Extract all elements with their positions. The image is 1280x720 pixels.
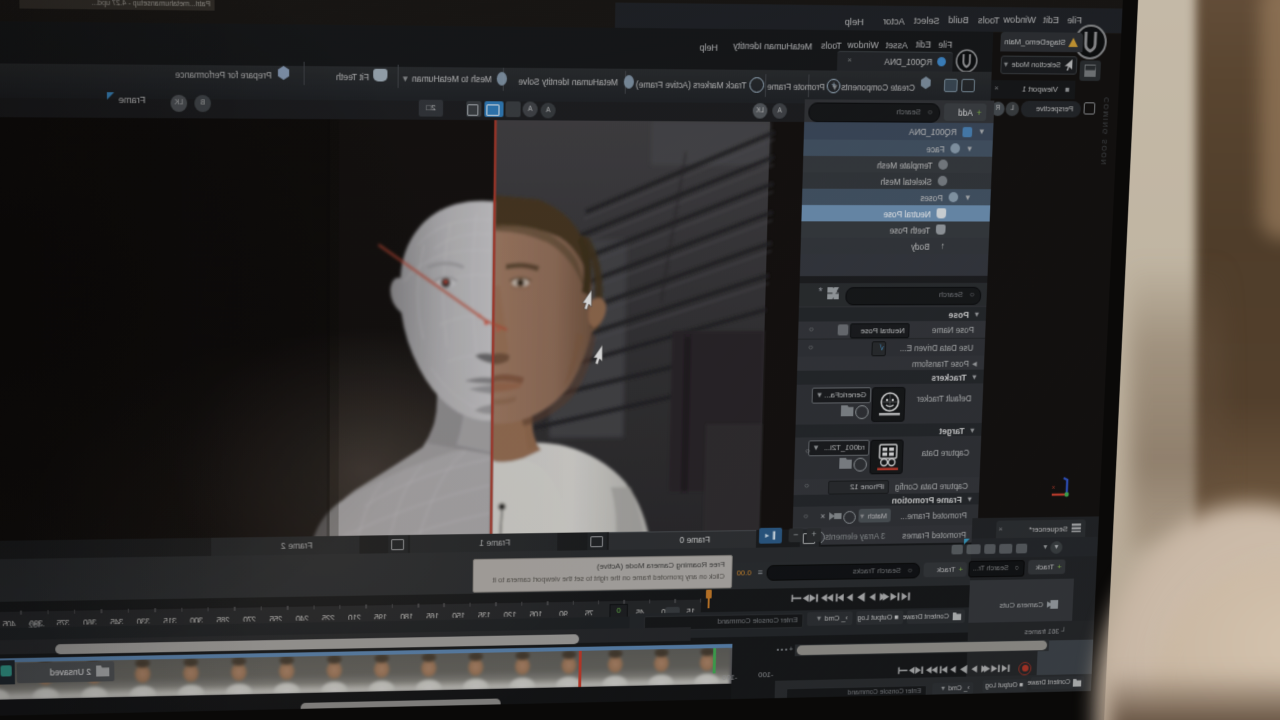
svg-text:x: x — [1051, 484, 1055, 490]
